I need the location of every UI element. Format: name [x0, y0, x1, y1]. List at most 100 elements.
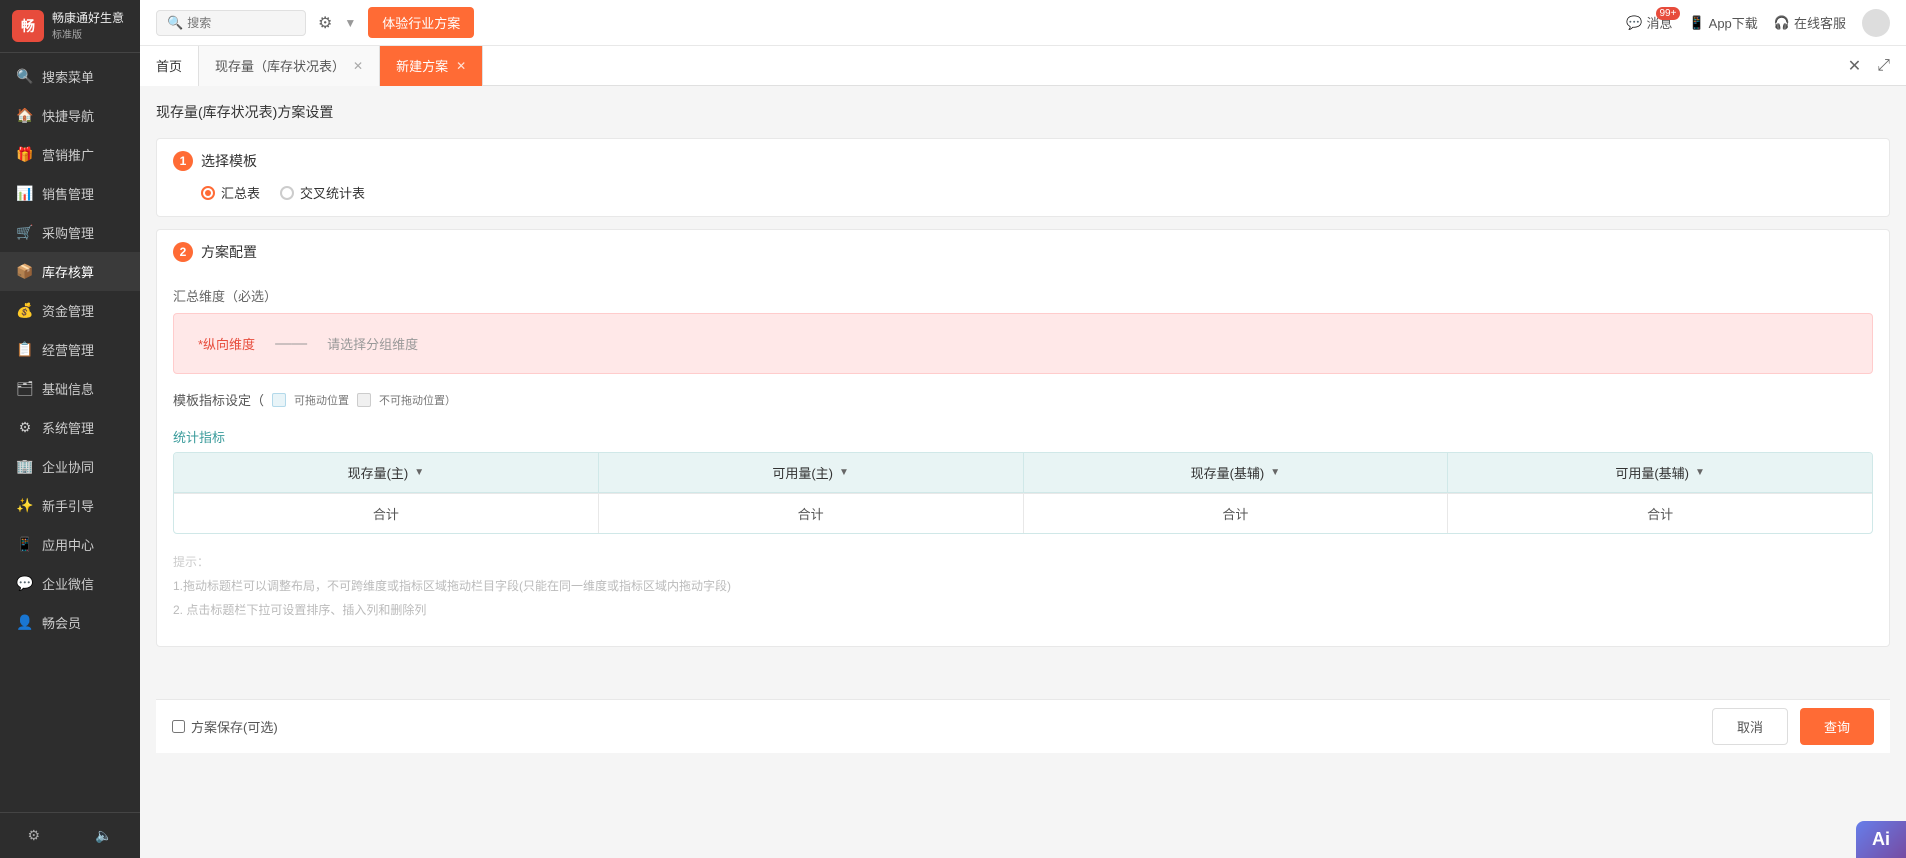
- tips-title: 提示：: [173, 555, 209, 569]
- sidebar-logo: 畅 畅康通好生意 标准版: [0, 0, 140, 53]
- content-area: 现存量(库存状况表)方案设置 1 选择模板 汇总表 交叉统计表 2: [140, 86, 1906, 858]
- sidebar-item-marketing[interactable]: 🎁 营销推广: [0, 135, 140, 174]
- ai-badge[interactable]: Ai: [1856, 821, 1906, 858]
- app-download-label: App下载: [1709, 13, 1758, 32]
- topbar-dropdown-icon[interactable]: ▼: [344, 16, 356, 30]
- search-input[interactable]: [187, 16, 287, 30]
- indicator-settings-text: 模板指标设定（: [173, 390, 264, 409]
- sidebar-item-newbie[interactable]: ✨ 新手引导: [0, 486, 140, 525]
- tips-section: 提示： 1.拖动标题栏可以调整布局，不可跨维度或指标区域拖动栏目字段(只能在同一…: [157, 534, 1889, 630]
- sidebar-item-search[interactable]: 🔍 搜索菜单: [0, 57, 140, 96]
- sidebar-item-app-center[interactable]: 📱 应用中心: [0, 525, 140, 564]
- save-plan-checkbox[interactable]: [172, 720, 185, 733]
- sidebar-item-label: 企业协同: [42, 457, 94, 476]
- tabbar: 首页 现存量（库存状况表） ✕ 新建方案 ✕ ✕ ⤢: [140, 46, 1906, 86]
- topbar: 🔍 ⚙ ▼ 体验行业方案 💬 消息 99+ 📱 App下载 🎧 在线客服: [140, 0, 1906, 46]
- step2-card: 2 方案配置 汇总维度（必选） *纵向维度 —— 请选择分组维度 模板指标设定（…: [156, 229, 1890, 647]
- save-plan-area[interactable]: 方案保存(可选): [172, 717, 278, 736]
- step1-card: 1 选择模板 汇总表 交叉统计表: [156, 138, 1890, 217]
- sidebar-item-label: 应用中心: [42, 535, 94, 554]
- indicator-table: 现存量(主) ▼ 可用量(主) ▼ 现存量(基辅) ▼ 可用量(基辅) ▼: [173, 452, 1873, 534]
- tab-close-btn[interactable]: ✕: [1844, 52, 1865, 80]
- tab-inventory-status[interactable]: 现存量（库存状况表） ✕: [199, 46, 380, 86]
- sidebar-item-quick-nav[interactable]: 🏠 快捷导航: [0, 96, 140, 135]
- audio-bottom-btn[interactable]: 🔈: [85, 821, 122, 850]
- step1-header: 1 选择模板: [157, 139, 1889, 183]
- messages-badge: 99+: [1656, 7, 1681, 20]
- user-avatar[interactable]: [1862, 9, 1890, 37]
- app-name-block: 畅康通好生意 标准版: [52, 11, 124, 42]
- vertical-dimension-label: *纵向维度: [198, 334, 255, 353]
- tab-new-plan[interactable]: 新建方案 ✕: [380, 46, 483, 86]
- sidebar-item-member[interactable]: 👤 畅会员: [0, 603, 140, 642]
- tip-2: 2. 点击标题栏下拉可设置排序、插入列和删除列: [173, 598, 1873, 622]
- cell-1: 合计: [174, 494, 599, 533]
- chat-icon: 💬: [16, 575, 34, 592]
- query-button[interactable]: 查询: [1800, 708, 1874, 745]
- sidebar-item-enterprise[interactable]: 🏢 企业协同: [0, 447, 140, 486]
- dimension-area[interactable]: *纵向维度 —— 请选择分组维度: [173, 313, 1873, 374]
- gift-icon: 🎁: [16, 146, 34, 163]
- col-available-main[interactable]: 可用量(主) ▼: [599, 453, 1024, 492]
- cell-3: 合计: [1024, 494, 1449, 533]
- message-icon: 💬: [1626, 15, 1642, 31]
- radio-cross-label: 交叉统计表: [300, 183, 365, 202]
- radio-summary[interactable]: 汇总表: [201, 183, 260, 202]
- dimension-placeholder: 请选择分组维度: [327, 334, 418, 353]
- tab-expand-btn[interactable]: ⤢: [1873, 53, 1894, 79]
- sidebar-item-label: 资金管理: [42, 301, 94, 320]
- sidebar-item-finance[interactable]: 💰 资金管理: [0, 291, 140, 330]
- step1-label: 选择模板: [201, 151, 257, 171]
- app-download-action[interactable]: 📱 App下载: [1688, 13, 1757, 32]
- cancel-button[interactable]: 取消: [1712, 708, 1788, 745]
- chart-icon: 📊: [16, 185, 34, 202]
- radio-cross-circle: [280, 186, 294, 200]
- settings-bottom-btn[interactable]: ⚙: [18, 821, 51, 850]
- col-inventory-main-label: 现存量(主): [348, 463, 409, 482]
- tab-inventory-close-icon[interactable]: ✕: [353, 59, 363, 73]
- tabbar-right: ✕ ⤢: [1844, 52, 1906, 80]
- topbar-actions: 💬 消息 99+ 📱 App下载 🎧 在线客服: [1626, 9, 1890, 37]
- money-icon: 💰: [16, 302, 34, 319]
- sidebar-item-operations[interactable]: 📋 经营管理: [0, 330, 140, 369]
- search-box[interactable]: 🔍: [156, 10, 306, 36]
- sidebar-item-label: 企业微信: [42, 574, 94, 593]
- sidebar-item-sales[interactable]: 📊 销售管理: [0, 174, 140, 213]
- col-arrow-3: ▼: [1270, 467, 1280, 478]
- radio-summary-label: 汇总表: [221, 183, 260, 202]
- cell-2: 合计: [599, 494, 1024, 533]
- tip-1: 1.拖动标题栏可以调整布局，不可跨维度或指标区域拖动栏目字段(只能在同一维度或指…: [173, 574, 1873, 598]
- sidebar-item-label: 快捷导航: [42, 106, 94, 125]
- trial-btn[interactable]: 体验行业方案: [368, 7, 474, 38]
- tab-new-plan-close-icon[interactable]: ✕: [456, 59, 466, 73]
- stats-title: 统计指标: [157, 427, 1889, 446]
- phone-icon: 📱: [16, 536, 34, 553]
- tab-home[interactable]: 首页: [140, 46, 199, 86]
- radio-cross[interactable]: 交叉统计表: [280, 183, 365, 202]
- box-icon: 📦: [16, 263, 34, 280]
- clipboard-icon: 📋: [16, 341, 34, 358]
- col-arrow-2: ▼: [839, 467, 849, 478]
- sidebar-item-wechat[interactable]: 💬 企业微信: [0, 564, 140, 603]
- sidebar-item-label: 营销推广: [42, 145, 94, 164]
- step2-number: 2: [173, 242, 193, 262]
- indicator-settings-label: 模板指标设定（ 可拖动位置 不可拖动位置）: [157, 390, 1889, 417]
- col-arrow-4: ▼: [1695, 467, 1705, 478]
- cell-4: 合计: [1448, 494, 1872, 533]
- tab-inventory-status-label: 现存量（库存状况表）: [215, 56, 345, 75]
- gear-topbar-icon[interactable]: ⚙: [318, 13, 332, 33]
- sidebar-item-system[interactable]: ⚙ 系统管理: [0, 408, 140, 447]
- col-inventory-aux[interactable]: 现存量(基辅) ▼: [1024, 453, 1449, 492]
- customer-service-action[interactable]: 🎧 在线客服: [1774, 13, 1846, 32]
- messages-action[interactable]: 💬 消息 99+: [1626, 13, 1672, 32]
- app-download-icon: 📱: [1688, 15, 1704, 31]
- sidebar-item-basic-info[interactable]: 🗂 基础信息: [0, 369, 140, 408]
- sidebar-item-purchase[interactable]: 🛒 采购管理: [0, 213, 140, 252]
- col-inventory-main[interactable]: 现存量(主) ▼: [174, 453, 599, 492]
- cart-icon: 🛒: [16, 224, 34, 241]
- step2-header: 2 方案配置: [157, 230, 1889, 274]
- col-available-aux[interactable]: 可用量(基辅) ▼: [1448, 453, 1872, 492]
- sidebar-item-inventory[interactable]: 📦 库存核算: [0, 252, 140, 291]
- sidebar-item-label: 销售管理: [42, 184, 94, 203]
- sidebar-item-label: 库存核算: [42, 262, 94, 281]
